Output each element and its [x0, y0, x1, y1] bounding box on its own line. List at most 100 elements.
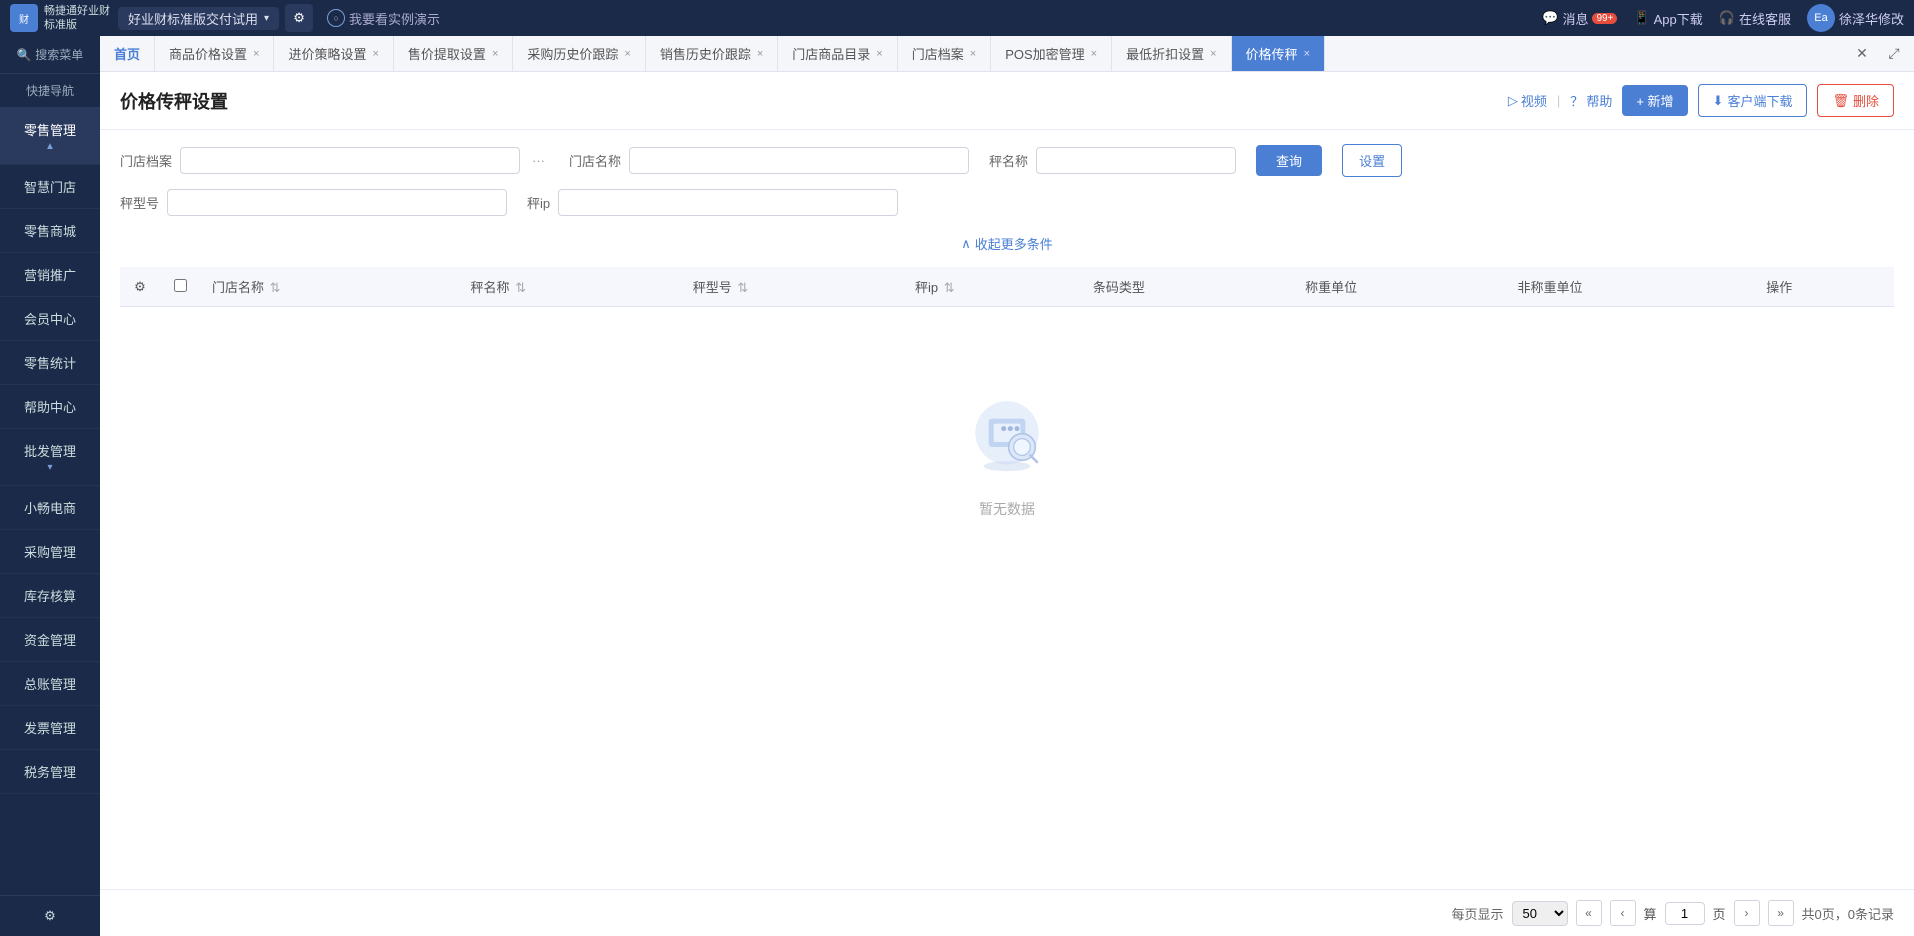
tab-purchase-strategy[interactable]: 进价策略设置 ×	[274, 36, 393, 72]
page-title: 价格传秤设置	[120, 88, 228, 114]
tab-store-catalog[interactable]: 门店商品目录 ×	[778, 36, 897, 72]
filter-scale-ip: 秤ip	[527, 189, 898, 216]
sidebar-item-label: 批发管理	[24, 441, 76, 460]
query-button[interactable]: 查询	[1256, 145, 1322, 176]
close-tab-button[interactable]: ✕	[1850, 42, 1874, 66]
sidebar-item-retail-mgmt[interactable]: 零售管理 ▲	[0, 108, 100, 165]
tab-sale-price-extract[interactable]: 售价提取设置 ×	[394, 36, 513, 72]
tab-home[interactable]: 首页	[100, 36, 155, 72]
sidebar-item-inventory[interactable]: 库存核算	[0, 574, 100, 618]
help-button[interactable]: ？ 帮助	[1570, 91, 1612, 110]
sidebar-item-label: 库存核算	[24, 586, 76, 605]
scale-ip-input[interactable]	[558, 189, 898, 216]
page-size-select[interactable]: 50 10 20 100	[1512, 901, 1568, 926]
help-icon: ？	[1570, 91, 1583, 110]
select-all-checkbox[interactable]	[174, 279, 187, 292]
chevron-up-icon: ∧	[961, 236, 971, 252]
sidebar-item-retail-stats[interactable]: 零售统计	[0, 341, 100, 385]
sidebar-item-member-center[interactable]: 会员中心	[0, 297, 100, 341]
first-page-button[interactable]: «	[1576, 900, 1602, 926]
sidebar-item-ledger[interactable]: 总账管理	[0, 662, 100, 706]
store-name-input[interactable]	[629, 147, 969, 174]
th-settings[interactable]: ⚙	[120, 267, 160, 307]
sidebar-item-smart-store[interactable]: 智慧门店	[0, 165, 100, 209]
tab-min-discount[interactable]: 最低折扣设置 ×	[1112, 36, 1231, 72]
close-icon[interactable]: ×	[372, 48, 378, 60]
tab-sale-history-track[interactable]: 销售历史价跟踪 ×	[646, 36, 778, 72]
version-selector[interactable]: 好业财标准版交付试用 ▾	[118, 7, 279, 30]
message-icon: 💬	[1542, 10, 1558, 26]
user-menu[interactable]: Ea 徐泽华修改	[1807, 4, 1904, 32]
sidebar-item-wholesale-mgmt[interactable]: 批发管理 ▾	[0, 429, 100, 486]
close-icon[interactable]: ×	[1304, 48, 1310, 60]
sidebar-item-invoice-mgmt[interactable]: 发票管理	[0, 706, 100, 750]
page-size-label: 每页显示	[1451, 904, 1503, 923]
search-icon: 🔍	[17, 48, 32, 62]
sidebar-search[interactable]: 🔍 搜索菜单	[0, 36, 100, 74]
sidebar-item-label: 发票管理	[24, 718, 76, 737]
sidebar-item-label: 帮助中心	[24, 397, 76, 416]
scale-ip-label: 秤ip	[527, 193, 550, 212]
scale-model-input[interactable]	[167, 189, 507, 216]
scale-name-input[interactable]	[1036, 147, 1236, 174]
maximize-tab-button[interactable]: ⤢	[1882, 42, 1906, 66]
close-icon[interactable]: ×	[1091, 48, 1097, 60]
sidebar-quick-nav[interactable]: 快捷导航	[0, 74, 100, 108]
sidebar-item-label: 智慧门店	[24, 177, 76, 196]
sort-icon: ⇅	[270, 280, 281, 295]
page-number-input[interactable]	[1665, 902, 1705, 925]
tab-purchase-history-track[interactable]: 采购历史价跟踪 ×	[513, 36, 645, 72]
sidebar-item-ecommerce[interactable]: 小畅电商	[0, 486, 100, 530]
filter-collapse-button[interactable]: ∧ 收起更多条件	[120, 228, 1894, 263]
download-button[interactable]: ⬇ 客户端下载	[1698, 84, 1808, 117]
sidebar-item-purchase-mgmt[interactable]: 采购管理	[0, 530, 100, 574]
store-profile-dots[interactable]: ···	[528, 153, 549, 168]
app-download-button[interactable]: 📱 App下载	[1633, 9, 1702, 28]
next-page-button[interactable]: ›	[1734, 900, 1760, 926]
prev-page-button[interactable]: ‹	[1610, 900, 1636, 926]
online-service-button[interactable]: 🎧 在线客服	[1719, 9, 1791, 28]
close-icon[interactable]: ×	[1210, 48, 1216, 60]
close-icon[interactable]: ×	[757, 48, 763, 60]
sidebar-settings[interactable]: ⚙	[0, 895, 100, 936]
settings-query-button[interactable]: 设置	[1342, 144, 1402, 177]
data-table: ⚙ 门店名称 ⇅ 秤名称 ⇅	[120, 267, 1894, 307]
add-button[interactable]: + 新增	[1622, 85, 1687, 116]
close-icon[interactable]: ×	[253, 48, 259, 60]
filter-row-1: 门店档案 ··· 门店名称 秤名称 查询 设置	[120, 144, 1894, 177]
main-layout: 🔍 搜索菜单 快捷导航 零售管理 ▲ 智慧门店 零售商城 营销推广 会员中心	[0, 36, 1914, 936]
th-non-weight-unit: 非称重单位	[1506, 267, 1755, 307]
sidebar-item-finance[interactable]: 资金管理	[0, 618, 100, 662]
sidebar-item-label: 零售管理	[24, 120, 76, 139]
sidebar-item-tax-mgmt[interactable]: 税务管理	[0, 750, 100, 794]
sort-icon: ⇅	[944, 280, 955, 295]
tab-store-profile[interactable]: 门店档案 ×	[898, 36, 991, 72]
page-content: 价格传秤设置 ▷ 视频 | ？ 帮助 + 新增	[100, 72, 1914, 936]
sidebar-item-retail-mall[interactable]: 零售商城	[0, 209, 100, 253]
pagination: 每页显示 50 10 20 100 « ‹ 算 页 › » 共0页，0条记录	[100, 889, 1914, 936]
video-button[interactable]: ▷ 视频	[1508, 91, 1547, 110]
th-scale-ip: 秤ip ⇅	[903, 267, 1081, 307]
store-profile-input[interactable]	[180, 147, 520, 174]
sort-icon: ⇅	[515, 280, 526, 295]
filter-store-profile: 门店档案 ···	[120, 147, 549, 174]
close-icon[interactable]: ×	[624, 48, 630, 60]
tab-commodity-price-setting[interactable]: 商品价格设置 ×	[155, 36, 274, 72]
close-icon[interactable]: ×	[876, 48, 882, 60]
sidebar-item-label: 零售商城	[24, 221, 76, 240]
config-button[interactable]: ⚙	[285, 4, 313, 32]
demo-link[interactable]: ○ 我要看实例演示	[327, 9, 440, 28]
sidebar-item-marketing[interactable]: 营销推广	[0, 253, 100, 297]
sidebar-item-help[interactable]: 帮助中心	[0, 385, 100, 429]
th-scale-model: 秤型号 ⇅	[681, 267, 903, 307]
close-icon[interactable]: ×	[492, 48, 498, 60]
messages-button[interactable]: 💬 消息 99+	[1542, 9, 1617, 28]
tab-price-scale[interactable]: 价格传秤 ×	[1232, 36, 1325, 72]
delete-button[interactable]: 🗑 删除	[1817, 84, 1894, 117]
tab-pos-encrypt-mgmt[interactable]: POS加密管理 ×	[991, 36, 1112, 72]
scale-model-label: 秤型号	[120, 193, 159, 212]
last-page-button[interactable]: »	[1768, 900, 1794, 926]
sidebar-item-label: 采购管理	[24, 542, 76, 561]
close-icon[interactable]: ×	[970, 48, 976, 60]
chevron-up-icon: ▲	[45, 141, 55, 152]
